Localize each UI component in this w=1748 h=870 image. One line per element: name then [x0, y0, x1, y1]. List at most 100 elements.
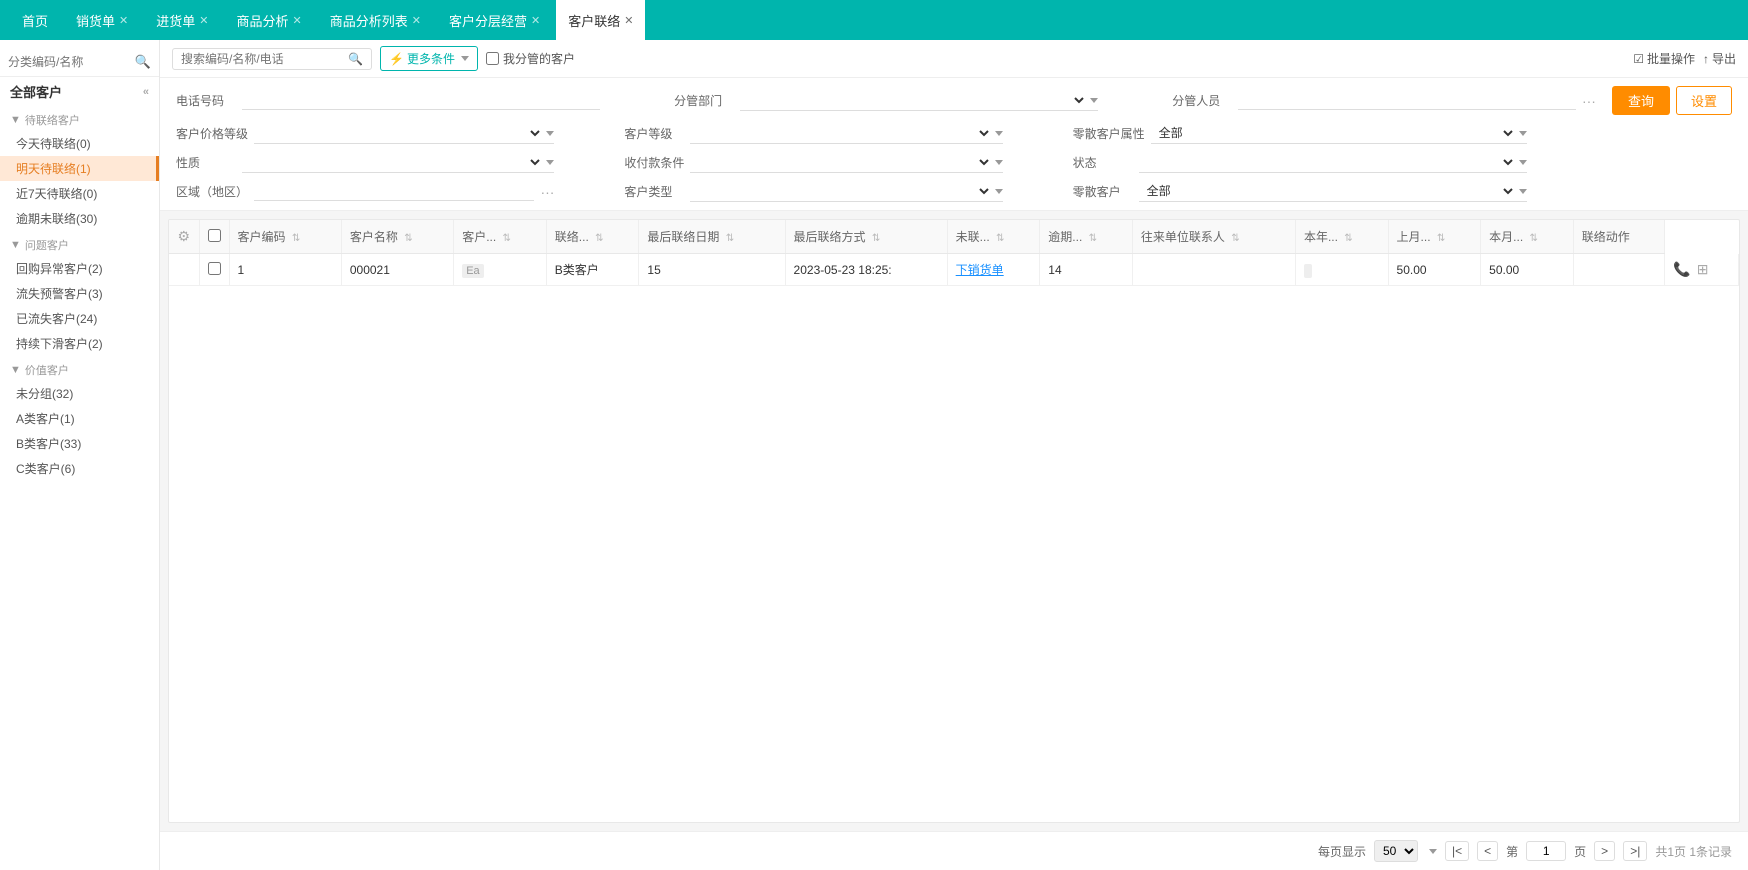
phone-input[interactable] — [242, 91, 600, 110]
sidebar-search-icon[interactable]: 🔍 — [135, 54, 151, 70]
price-level-select[interactable] — [254, 123, 543, 143]
col-this-month-header: 本月... ⇅ — [1481, 220, 1574, 254]
retail-customer-select[interactable]: 全部 — [1139, 181, 1516, 201]
payment-field: 收付款条件 — [624, 152, 1002, 173]
manager-label: 分管人员 — [1172, 92, 1232, 109]
sidebar-item-churned[interactable]: 已流失客户(24) — [0, 306, 159, 331]
sidebar-group-pending: ▼ 待联络客户 — [0, 106, 159, 131]
batch-icon: ☑ — [1633, 52, 1644, 66]
nav-close-customer-segmentation[interactable]: ✕ — [531, 14, 540, 27]
last-page-btn[interactable]: >| — [1623, 841, 1647, 861]
nav-close-customer-contact[interactable]: ✕ — [624, 14, 633, 27]
customer-type-chevron — [995, 189, 1003, 194]
gender-select-wrapper — [242, 152, 554, 173]
row-this-year: 50.00 — [1388, 254, 1481, 286]
price-level-label: 客户价格等级 — [176, 125, 248, 142]
sidebar-item-7days[interactable]: 近7天待联络(0) — [0, 181, 159, 206]
retail-customer-chevron — [1519, 189, 1527, 194]
nav-home[interactable]: 首页 — [10, 0, 60, 40]
batch-action-btn[interactable]: ☑ 批量操作 — [1633, 50, 1695, 67]
retail-customer-field: 零散客户 全部 — [1073, 181, 1527, 202]
sort-uncontacted-icon: ⇅ — [996, 233, 1004, 244]
last-method-link[interactable]: 下销货单 — [956, 263, 1004, 277]
export-icon: ↑ — [1703, 52, 1709, 66]
sidebar-item-overdue[interactable]: 逾期未联络(30) — [0, 206, 159, 231]
customer-type-select-wrapper — [690, 181, 1002, 202]
per-page-label: 每页显示 — [1318, 843, 1366, 860]
pagination: 每页显示 50 |< < 第 页 > >| 共1页 1条记录 — [160, 831, 1748, 870]
settings-icon[interactable]: ⚙ — [177, 228, 190, 244]
export-btn[interactable]: ↑ 导出 — [1703, 50, 1736, 67]
nav-customer-segmentation[interactable]: 客户分层经营 ✕ — [437, 0, 552, 40]
row-uncontacted: 14 — [1040, 254, 1133, 286]
right-actions: ☑ 批量操作 ↑ 导出 — [1633, 50, 1736, 67]
row-select-checkbox[interactable] — [208, 262, 221, 275]
search-input[interactable] — [181, 52, 348, 66]
phone-action-icon[interactable]: 📞 — [1673, 261, 1690, 278]
nav-purchase-order[interactable]: 进货单 ✕ — [144, 0, 220, 40]
dept-select[interactable] — [740, 90, 1087, 110]
grid-action-icon[interactable]: ⊞ — [1697, 261, 1709, 278]
next-page-btn[interactable]: > — [1594, 841, 1615, 861]
row-this-month — [1573, 254, 1665, 286]
gender-select[interactable] — [242, 152, 543, 172]
col-type-header: 客户... ⇅ — [454, 220, 547, 254]
region-dots[interactable]: ··· — [540, 184, 554, 200]
prev-page-btn[interactable]: < — [1477, 841, 1498, 861]
select-all-checkbox[interactable] — [208, 229, 221, 242]
retail-attr-field: 零散客户属性 全部 — [1073, 123, 1527, 144]
manager-input[interactable] — [1238, 91, 1576, 110]
sidebar-item-class-b[interactable]: B类客户(33) — [0, 431, 159, 456]
sidebar-item-class-c[interactable]: C类客户(6) — [0, 456, 159, 481]
nav-sales-order[interactable]: 销货单 ✕ — [64, 0, 140, 40]
nav-close-sales[interactable]: ✕ — [119, 14, 128, 27]
table-header-row: ⚙ 客户编码 ⇅ 客户名称 ⇅ — [169, 220, 1739, 254]
nav-close-product-analysis[interactable]: ✕ — [293, 14, 302, 27]
sidebar-search-input[interactable] — [8, 55, 135, 69]
phone-label: 电话号码 — [176, 92, 236, 109]
search-icon[interactable]: 🔍 — [348, 52, 363, 66]
action-icons: 📞 ⊞ — [1673, 261, 1730, 278]
sidebar-item-declining[interactable]: 持续下滑客户(2) — [0, 331, 159, 356]
nav-product-analysis[interactable]: 商品分析 ✕ — [224, 0, 313, 40]
query-button[interactable]: 查询 — [1612, 86, 1670, 115]
nav-customer-contact[interactable]: 客户联络 ✕ — [556, 0, 645, 40]
my-customers-checkbox-label: 我分管的客户 — [486, 50, 575, 67]
customer-type-field: 客户类型 — [624, 181, 1002, 202]
sidebar-item-churn-warning[interactable]: 流失预警客户(3) — [0, 281, 159, 306]
nav-close-product-analysis-list[interactable]: ✕ — [412, 14, 421, 27]
row-settings — [169, 254, 199, 286]
more-conditions-btn[interactable]: ⚡ 更多条件 — [380, 46, 478, 71]
row-last-method: 下销货单 — [947, 254, 1040, 286]
sidebar-item-tomorrow[interactable]: 明天待联络(1) — [0, 156, 159, 181]
page-input[interactable] — [1526, 841, 1566, 861]
filter-row-3: 性质 收付款条件 状态 — [176, 152, 1732, 173]
nav-close-purchase[interactable]: ✕ — [199, 14, 208, 27]
manager-dots[interactable]: ··· — [1582, 93, 1596, 109]
region-input[interactable] — [254, 182, 534, 201]
customer-type-select[interactable] — [690, 181, 991, 201]
retail-attr-chevron — [1519, 131, 1527, 136]
my-customers-checkbox[interactable] — [486, 52, 499, 65]
sidebar-all-customers[interactable]: 全部客户 « — [0, 77, 159, 106]
sidebar-item-today[interactable]: 今天待联络(0) — [0, 131, 159, 156]
gender-field: 性质 — [176, 152, 554, 173]
retail-attr-select[interactable]: 全部 — [1151, 123, 1516, 143]
sidebar-item-class-a[interactable]: A类客户(1) — [0, 406, 159, 431]
filter-row-2: 客户价格等级 客户等级 零散客户属性 — [176, 123, 1732, 144]
dept-select-wrapper — [740, 90, 1098, 111]
first-page-btn[interactable]: |< — [1445, 841, 1469, 861]
per-page-select[interactable]: 50 — [1374, 840, 1418, 862]
nav-product-analysis-list[interactable]: 商品分析列表 ✕ — [318, 0, 433, 40]
row-checkbox — [199, 254, 229, 286]
sidebar-item-abnormal-repurchase[interactable]: 回购异常客户(2) — [0, 256, 159, 281]
filter-row-4: 区域（地区） ··· 客户类型 零散客户 — [176, 181, 1732, 202]
status-select[interactable] — [1139, 152, 1516, 172]
region-field: 区域（地区） ··· — [176, 182, 554, 201]
payment-select[interactable] — [690, 152, 991, 172]
customer-level-select[interactable] — [690, 123, 991, 143]
sidebar-item-ungrouped[interactable]: 未分组(32) — [0, 381, 159, 406]
sidebar-collapse-icon[interactable]: « — [143, 86, 149, 98]
set-button[interactable]: 设置 — [1676, 86, 1732, 115]
retail-customer-label: 零散客户 — [1073, 183, 1133, 200]
